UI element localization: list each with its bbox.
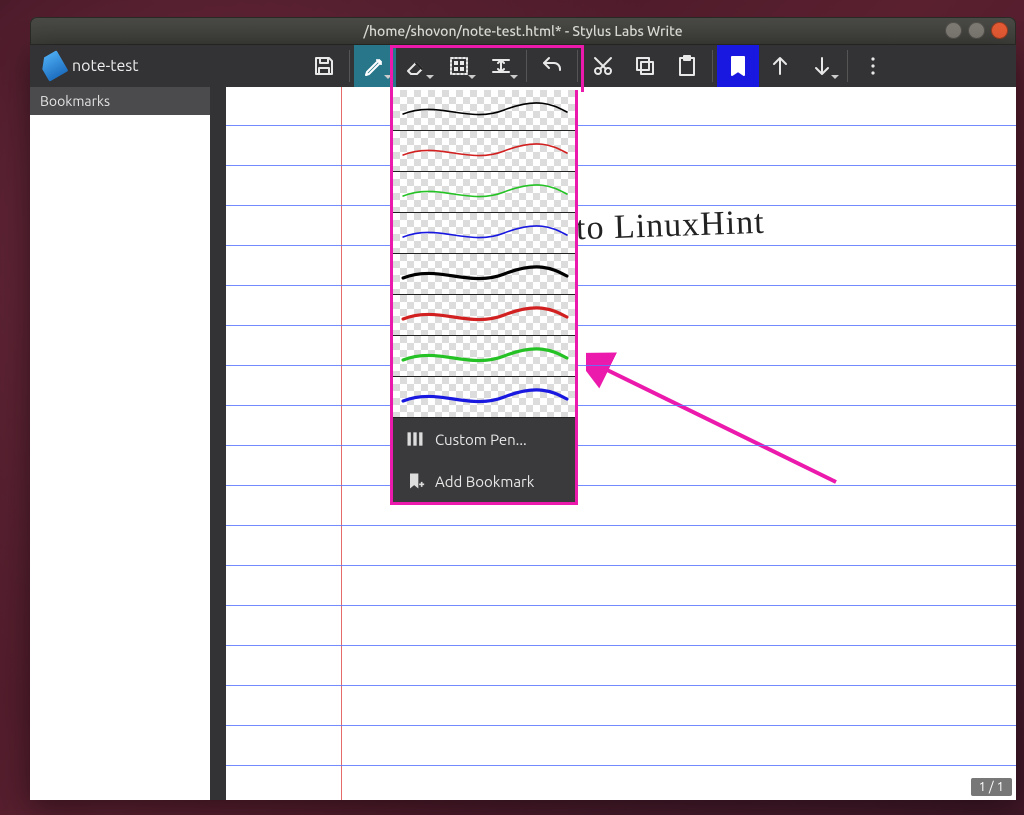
pen-tool-button[interactable] [354, 45, 396, 87]
toolbar-separator [577, 50, 578, 82]
pen-swatch-4[interactable] [393, 254, 575, 295]
ruled-line [226, 765, 1016, 766]
annotation-arrow [586, 352, 846, 492]
window-close-button[interactable] [991, 22, 1008, 39]
cut-button[interactable] [582, 45, 624, 87]
bookmark-icon [726, 54, 750, 78]
pen-swatch-5[interactable] [393, 295, 575, 336]
paste-button[interactable] [666, 45, 708, 87]
bookmarks-sidebar: Bookmarks [30, 87, 210, 800]
ruled-line [226, 725, 1016, 726]
ruled-line [226, 685, 1016, 686]
custom-pen-label: Custom Pen... [435, 431, 527, 448]
insert-space-icon [489, 54, 513, 78]
ruled-line [226, 365, 1016, 366]
ruled-line [226, 285, 1016, 286]
toolbar: note-test [30, 45, 1016, 87]
prev-page-button[interactable] [759, 45, 801, 87]
ruled-line [226, 245, 1016, 246]
bookmark-add-icon [405, 471, 425, 491]
ruled-line [226, 485, 1016, 486]
next-page-button[interactable] [801, 45, 843, 87]
copy-icon [633, 54, 657, 78]
application-window: note-test [30, 45, 1016, 800]
ruled-line [226, 405, 1016, 406]
window-minimize-button[interactable] [945, 22, 962, 39]
sidebar-header-label: Bookmarks [40, 93, 110, 109]
canvas-area[interactable]: // placeholder — ruled lines generated b… [210, 87, 1016, 800]
window-title: /home/shovon/note-test.html* - Stylus La… [363, 23, 682, 39]
toolbar-separator [349, 50, 350, 82]
eraser-tool-button[interactable] [396, 45, 438, 87]
toolbar-separator [526, 50, 527, 82]
undo-button[interactable] [531, 45, 573, 87]
ruled-line [226, 525, 1016, 526]
insert-space-tool-button[interactable] [480, 45, 522, 87]
pen-style-dropdown: Custom Pen... Add Bookmark [390, 90, 578, 505]
window-titlebar: /home/shovon/note-test.html* - Stylus La… [30, 17, 1016, 45]
toolbar-separator [712, 50, 713, 82]
select-tool-button[interactable] [438, 45, 480, 87]
paste-icon [675, 54, 699, 78]
undo-icon [540, 54, 564, 78]
handwriting-text: to LinuxHint [575, 204, 765, 249]
pen-swatch-0[interactable] [393, 90, 575, 131]
pen-swatch-6[interactable] [393, 336, 575, 377]
window-maximize-button[interactable] [968, 22, 985, 39]
document-icon [37, 50, 68, 82]
toolbar-separator [847, 50, 848, 82]
arrow-down-icon [810, 54, 834, 78]
add-bookmark-menu-item[interactable]: Add Bookmark [393, 460, 575, 502]
eraser-icon [405, 54, 429, 78]
sidebar-header: Bookmarks [30, 87, 210, 115]
pens-icon [405, 429, 425, 449]
document-tab[interactable]: note-test [34, 45, 153, 87]
select-icon [447, 54, 471, 78]
document-tab-label: note-test [72, 57, 139, 75]
pen-swatch-2[interactable] [393, 172, 575, 213]
pen-swatch-3[interactable] [393, 213, 575, 254]
ruled-line [226, 165, 1016, 166]
page[interactable]: // placeholder — ruled lines generated b… [226, 87, 1016, 800]
ruled-line [226, 445, 1016, 446]
ruled-line [226, 605, 1016, 606]
ruled-line [226, 645, 1016, 646]
add-bookmark-label: Add Bookmark [435, 473, 534, 490]
save-icon [312, 54, 336, 78]
arrow-up-icon [768, 54, 792, 78]
cut-icon [591, 54, 615, 78]
ruled-line [226, 325, 1016, 326]
ruled-line [226, 205, 1016, 206]
ruled-line [226, 565, 1016, 566]
bookmark-button[interactable] [717, 45, 759, 87]
custom-pen-menu-item[interactable]: Custom Pen... [393, 418, 575, 460]
save-button[interactable] [303, 45, 345, 87]
page-counter: 1 / 1 [971, 778, 1012, 796]
pen-swatch-7[interactable] [393, 377, 575, 418]
ruled-line [226, 125, 1016, 126]
menu-dots-icon [861, 54, 885, 78]
overflow-menu-button[interactable] [852, 45, 894, 87]
bookmarks-list[interactable] [30, 115, 210, 800]
pen-swatch-1[interactable] [393, 131, 575, 172]
copy-button[interactable] [624, 45, 666, 87]
pen-icon [363, 54, 387, 78]
